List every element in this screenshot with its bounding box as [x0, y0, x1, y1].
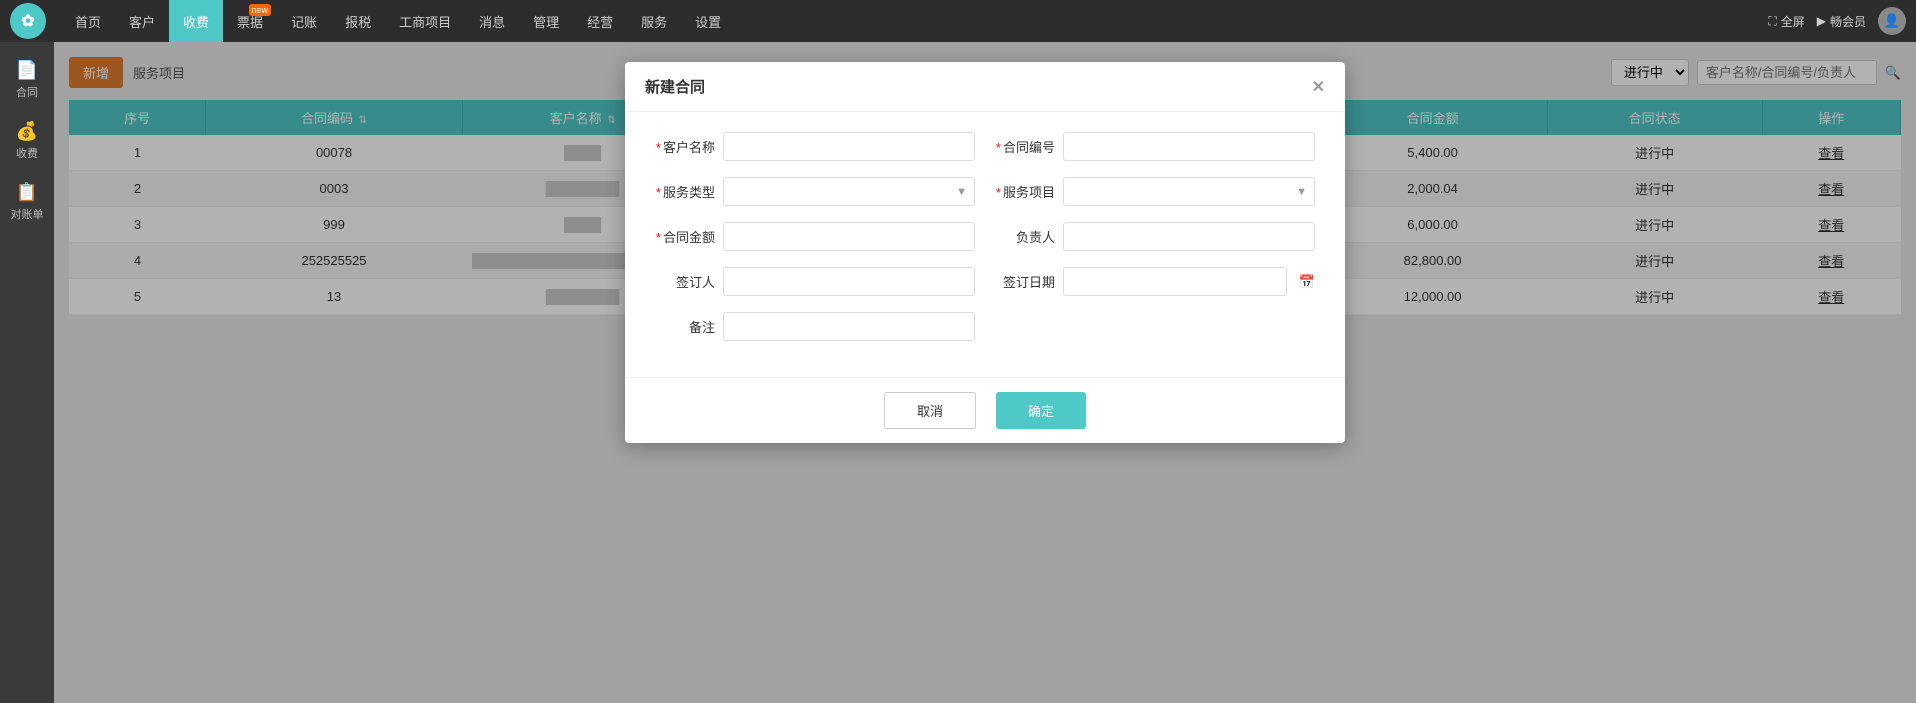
- input-customer-name[interactable]: [723, 132, 975, 161]
- form-row-3: *合同金额 0.00 负责人: [655, 222, 1315, 251]
- reconcile-icon: 📋: [16, 182, 38, 203]
- top-nav: ✿ 首页 客户 收费 票据 new 记账 报税 工商项目 消息 管理 经营 服务…: [0, 0, 1916, 42]
- nav-fee[interactable]: 收费: [169, 0, 223, 42]
- input-sign-date[interactable]: 2023-06-06: [1063, 267, 1287, 296]
- form-group-service-item: *服务项目 ▼: [995, 177, 1315, 206]
- nav-manage[interactable]: 管理: [519, 0, 573, 42]
- input-contract-amount[interactable]: 0.00: [723, 222, 975, 251]
- input-remark[interactable]: [723, 312, 975, 341]
- label-sign-date: 签订日期: [995, 272, 1055, 291]
- form-row-2: *服务类型 ▼ *服务项目: [655, 177, 1315, 206]
- nav-customer[interactable]: 客户: [115, 0, 169, 42]
- cancel-button[interactable]: 取消: [884, 392, 976, 429]
- avatar-icon: 👤: [1884, 13, 1900, 29]
- contract-icon: 📄: [16, 60, 38, 81]
- modal-header: 新建合同 ✕: [625, 62, 1345, 112]
- sidebar-item-fee[interactable]: 💰 收费: [2, 113, 52, 169]
- form-group-amount: *合同金额 0.00: [655, 222, 975, 251]
- modal-title: 新建合同: [645, 76, 705, 97]
- form-group-responsible: 负责人: [995, 222, 1315, 251]
- fee-icon: 💰: [16, 121, 38, 142]
- modal-body: *客户名称 *合同编号: [625, 112, 1345, 377]
- label-service-type: *服务类型: [655, 182, 715, 201]
- input-contract-number[interactable]: [1063, 132, 1315, 161]
- form-row-5: 备注: [655, 312, 1315, 341]
- form-group-contract-number: *合同编号: [995, 132, 1315, 161]
- main-layout: 📄 合同 💰 收费 📋 对账单 新增 服务项目 进行中 已完成 已取消 �: [0, 42, 1916, 703]
- nav-home[interactable]: 首页: [61, 0, 115, 42]
- top-nav-right: ⛶ 全屏 ▶ 畅会员 👤: [1768, 7, 1906, 35]
- form-group-service-type: *服务类型 ▼: [655, 177, 975, 206]
- fullscreen-btn[interactable]: ⛶ 全屏: [1768, 13, 1804, 30]
- select-service-item[interactable]: [1063, 177, 1315, 206]
- member-btn[interactable]: ▶ 畅会员: [1817, 13, 1866, 30]
- modal-footer: 取消 确定: [625, 377, 1345, 443]
- confirm-button[interactable]: 确定: [996, 392, 1086, 429]
- nav-business[interactable]: 工商项目: [385, 0, 465, 42]
- sidebar: 📄 合同 💰 收费 📋 对账单: [0, 42, 54, 703]
- form-group-sign-date: 签订日期 2023-06-06 📅: [995, 267, 1315, 296]
- form-row-4: 签订人 签订日期 2023-06-06 📅: [655, 267, 1315, 296]
- form-group-customer-name: *客户名称: [655, 132, 975, 161]
- sidebar-item-contract[interactable]: 📄 合同: [2, 52, 52, 108]
- label-remark: 备注: [655, 317, 715, 336]
- label-customer-name: *客户名称: [655, 137, 715, 156]
- new-badge: new: [249, 4, 272, 16]
- label-responsible: 负责人: [995, 227, 1055, 246]
- input-responsible-person[interactable]: [1063, 222, 1315, 251]
- avatar[interactable]: 👤: [1878, 7, 1906, 35]
- play-icon: ▶: [1817, 14, 1826, 28]
- input-signer[interactable]: [723, 267, 975, 296]
- calendar-icon[interactable]: 📅: [1299, 274, 1315, 290]
- nav-operation[interactable]: 经营: [573, 0, 627, 42]
- logo: ✿: [10, 3, 46, 39]
- nav-invoice[interactable]: 票据 new: [223, 0, 277, 42]
- form-row-1: *客户名称 *合同编号: [655, 132, 1315, 161]
- nav-items: 首页 客户 收费 票据 new 记账 报税 工商项目 消息 管理 经营 服务 设…: [61, 0, 1768, 42]
- nav-service[interactable]: 服务: [627, 0, 681, 42]
- label-amount: *合同金额: [655, 227, 715, 246]
- label-signer: 签订人: [655, 272, 715, 291]
- service-type-wrapper: ▼: [723, 177, 975, 206]
- modal-overlay: 新建合同 ✕ *客户名称 *合同编号: [54, 42, 1916, 703]
- content-area: 新增 服务项目 进行中 已完成 已取消 🔍 序号 合同编码 ⇅: [54, 42, 1916, 703]
- sidebar-item-reconcile[interactable]: 📋 对账单: [2, 174, 52, 230]
- service-item-wrapper: ▼: [1063, 177, 1315, 206]
- nav-tax[interactable]: 报税: [331, 0, 385, 42]
- label-service-item: *服务项目: [995, 182, 1055, 201]
- form-group-remark: 备注: [655, 312, 975, 341]
- nav-message[interactable]: 消息: [465, 0, 519, 42]
- nav-settings[interactable]: 设置: [681, 0, 735, 42]
- form-group-signer: 签订人: [655, 267, 975, 296]
- nav-bookkeeping[interactable]: 记账: [277, 0, 331, 42]
- label-contract-number: *合同编号: [995, 137, 1055, 156]
- close-icon[interactable]: ✕: [1312, 77, 1325, 97]
- new-contract-modal: 新建合同 ✕ *客户名称 *合同编号: [625, 62, 1345, 443]
- logo-icon: ✿: [21, 11, 34, 31]
- fullscreen-icon: ⛶: [1768, 14, 1776, 29]
- select-service-type[interactable]: [723, 177, 975, 206]
